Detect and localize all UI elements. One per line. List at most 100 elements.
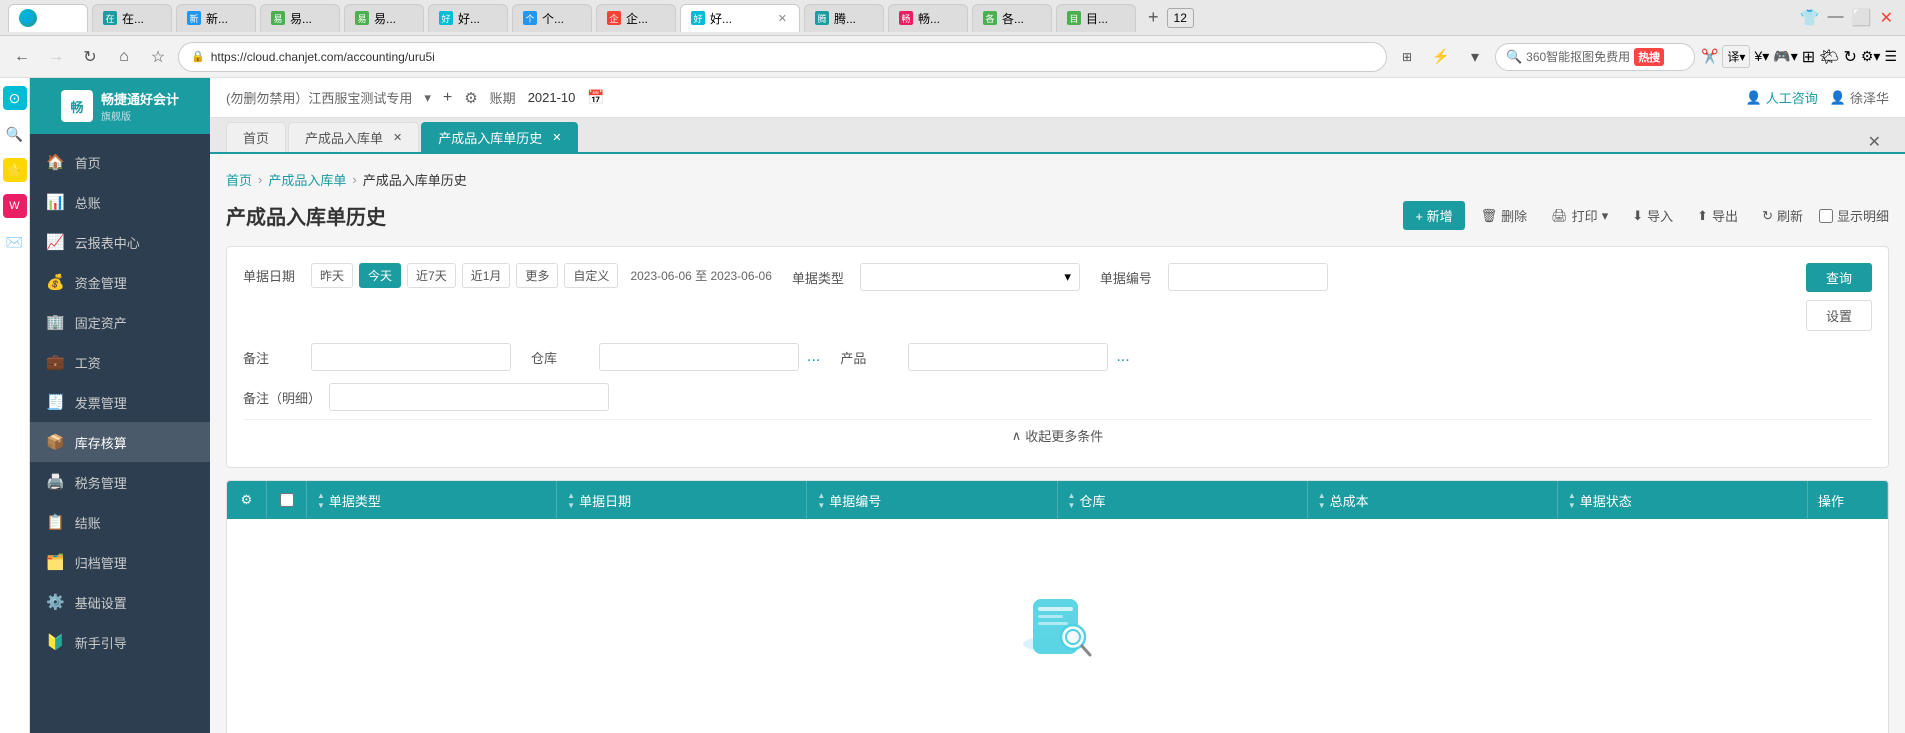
product-dots-button[interactable]: ... [1116, 348, 1129, 366]
close-window-button[interactable]: ✕ [1880, 8, 1893, 28]
icon-sidebar-weibo[interactable]: W [3, 194, 27, 218]
new-tab-button[interactable]: + [1144, 7, 1163, 28]
bookmark-button[interactable]: ☆ [144, 43, 172, 71]
th-cost[interactable]: ▲ ▼ 总成本 [1308, 481, 1558, 519]
page-tab-list[interactable]: 产成品入库单 ✕ [288, 122, 419, 152]
sidebar-item-invoice[interactable]: 🧾 发票管理 [30, 382, 210, 422]
minimize-button[interactable]: — [1828, 8, 1844, 28]
theme-icon[interactable]: 🌤 [1819, 47, 1839, 67]
tab-hao1[interactable]: 好 好... [428, 4, 508, 32]
panel-close-button[interactable]: ✕ [1868, 132, 1881, 152]
tab-chang[interactable]: 畅 畅... [888, 4, 968, 32]
date-btn-custom[interactable]: 自定义 [564, 263, 618, 288]
collapse-button[interactable]: ∧ 收起更多条件 [243, 419, 1872, 451]
home-button[interactable]: ⌂ [110, 43, 138, 71]
breadcrumb-home[interactable]: 首页 [226, 170, 252, 189]
date-btn-1month[interactable]: 近1月 [462, 263, 511, 288]
currency-icon[interactable]: ¥▾ [1754, 48, 1769, 65]
account-dropdown-icon[interactable]: ▾ [424, 90, 431, 106]
page-tab-list-close[interactable]: ✕ [393, 131, 402, 144]
date-btn-7days[interactable]: 近7天 [407, 263, 456, 288]
sidebar-item-fund[interactable]: 💰 资金管理 [30, 262, 210, 302]
icon-sidebar-mail[interactable]: ✉️ [3, 230, 27, 254]
tab-ge2[interactable]: 各 各... [972, 4, 1052, 32]
delete-button[interactable]: 🗑 删除 [1473, 202, 1536, 229]
lightning-button[interactable]: ⚡ [1427, 43, 1455, 71]
th-status[interactable]: ▲ ▼ 单据状态 [1558, 481, 1808, 519]
th-type[interactable]: ▲ ▼ 单据类型 [307, 481, 557, 519]
search-box[interactable]: 🔍 360智能抠图免费用 热搜 [1495, 43, 1695, 71]
export-button[interactable]: ⬆ 导出 [1689, 202, 1746, 229]
grid-icon[interactable]: ⊞ [1802, 47, 1815, 67]
th-date[interactable]: ▲ ▼ 单据日期 [557, 481, 807, 519]
scissors-icon[interactable]: ✂️ [1701, 48, 1718, 65]
number-filter-input[interactable] [1168, 263, 1328, 291]
tab-yi2[interactable]: 易 易... [344, 4, 424, 32]
show-detail-checkbox[interactable] [1819, 209, 1833, 223]
set-button[interactable]: 设置 [1806, 300, 1872, 331]
user-button[interactable]: 👤 徐泽华 [1830, 88, 1889, 107]
game-icon[interactable]: 🎮▾ [1773, 48, 1797, 65]
sidebar-item-general-ledger[interactable]: 📊 总账 [30, 182, 210, 222]
icon-sidebar-app[interactable]: ⊙ [3, 86, 27, 110]
maximize-button[interactable]: ⬜ [1852, 8, 1872, 28]
th-settings[interactable]: ⚙ [227, 481, 267, 519]
sidebar-item-fixed-assets[interactable]: 🏢 固定资产 [30, 302, 210, 342]
address-input[interactable]: 🔒 https://cloud.chanjet.com/accounting/u… [178, 42, 1387, 72]
tab-mu[interactable]: 目 目... [1056, 4, 1136, 32]
sidebar-item-settings[interactable]: ⚙️ 基础设置 [30, 582, 210, 622]
page-tab-history-close[interactable]: ✕ [552, 131, 561, 144]
sidebar-item-cloud-report[interactable]: 📈 云报表中心 [30, 222, 210, 262]
sidebar-item-tax[interactable]: 🖨️ 税务管理 [30, 462, 210, 502]
period-calendar-icon[interactable]: 📅 [587, 89, 604, 106]
tab-close-active[interactable]: ✕ [776, 12, 789, 25]
sidebar-item-home[interactable]: 🏠 首页 [30, 142, 210, 182]
date-btn-today[interactable]: 今天 [359, 263, 401, 288]
sidebar-item-beginner[interactable]: 🔰 新手引导 [30, 622, 210, 662]
query-button[interactable]: 查询 [1806, 263, 1872, 292]
tab-ge[interactable]: 个 个... [512, 4, 592, 32]
extensions-button[interactable]: ⊞ [1393, 43, 1421, 71]
sidebar-item-payroll[interactable]: 💼 工资 [30, 342, 210, 382]
refresh-data-button[interactable]: ↻ 刷新 [1754, 202, 1811, 229]
sidebar-item-inventory[interactable]: 📦 库存核算 [30, 422, 210, 462]
select-all-checkbox[interactable] [280, 493, 294, 507]
product-filter-input[interactable] [908, 343, 1108, 371]
tab-zaizai[interactable]: 在 在... [92, 4, 172, 32]
settings-icon[interactable]: ⚙▾ [1861, 48, 1881, 65]
ai-consult-button[interactable]: 👤 人工咨询 [1746, 88, 1818, 107]
page-tab-history[interactable]: 产成品入库单历史 ✕ [421, 122, 578, 152]
type-select[interactable]: ▾ [860, 263, 1080, 291]
forward-button[interactable]: → [42, 43, 70, 71]
note-detail-filter-input[interactable] [329, 383, 609, 411]
tab-qi[interactable]: 企 企... [596, 4, 676, 32]
import-button[interactable]: ⬇ 导入 [1624, 202, 1681, 229]
settings-account-button[interactable]: ⚙ [464, 89, 477, 107]
date-btn-more[interactable]: 更多 [516, 263, 558, 288]
breadcrumb-list[interactable]: 产成品入库单 [268, 170, 346, 189]
tab-yi1[interactable]: 易 易... [260, 4, 340, 32]
add-button[interactable]: + 新增 [1403, 201, 1464, 230]
print-button[interactable]: 🖨 打印 ▾ [1543, 202, 1616, 229]
back-button[interactable]: ← [8, 43, 36, 71]
th-warehouse[interactable]: ▲ ▼ 仓库 [1058, 481, 1308, 519]
date-btn-yesterday[interactable]: 昨天 [311, 263, 353, 288]
refresh-button[interactable]: ↻ [76, 43, 104, 71]
translate-icon[interactable]: 译▾ [1722, 45, 1750, 68]
warehouse-filter-input[interactable] [599, 343, 799, 371]
tab-teng[interactable]: 腾 腾... [804, 4, 884, 32]
tab-new[interactable]: 新 新... [176, 4, 256, 32]
sidebar-item-archive[interactable]: 🗂️ 归档管理 [30, 542, 210, 582]
icon-sidebar-search[interactable]: 🔍 [3, 122, 27, 146]
th-checkbox[interactable] [267, 481, 307, 519]
page-tab-home[interactable]: 首页 [226, 122, 286, 152]
add-account-button[interactable]: + [443, 89, 452, 107]
warehouse-dots-button[interactable]: ... [807, 348, 820, 366]
tab-hao-active[interactable]: 好 好... ✕ [680, 4, 800, 32]
dropdown-button[interactable]: ▾ [1461, 43, 1489, 71]
sidebar-item-close-account[interactable]: 📋 结账 [30, 502, 210, 542]
sync-icon[interactable]: ↻ [1843, 47, 1856, 67]
tab-count[interactable]: 12 [1167, 8, 1194, 28]
th-number[interactable]: ▲ ▼ 单据编号 [807, 481, 1057, 519]
shirt-icon[interactable]: 👕 [1800, 8, 1820, 28]
